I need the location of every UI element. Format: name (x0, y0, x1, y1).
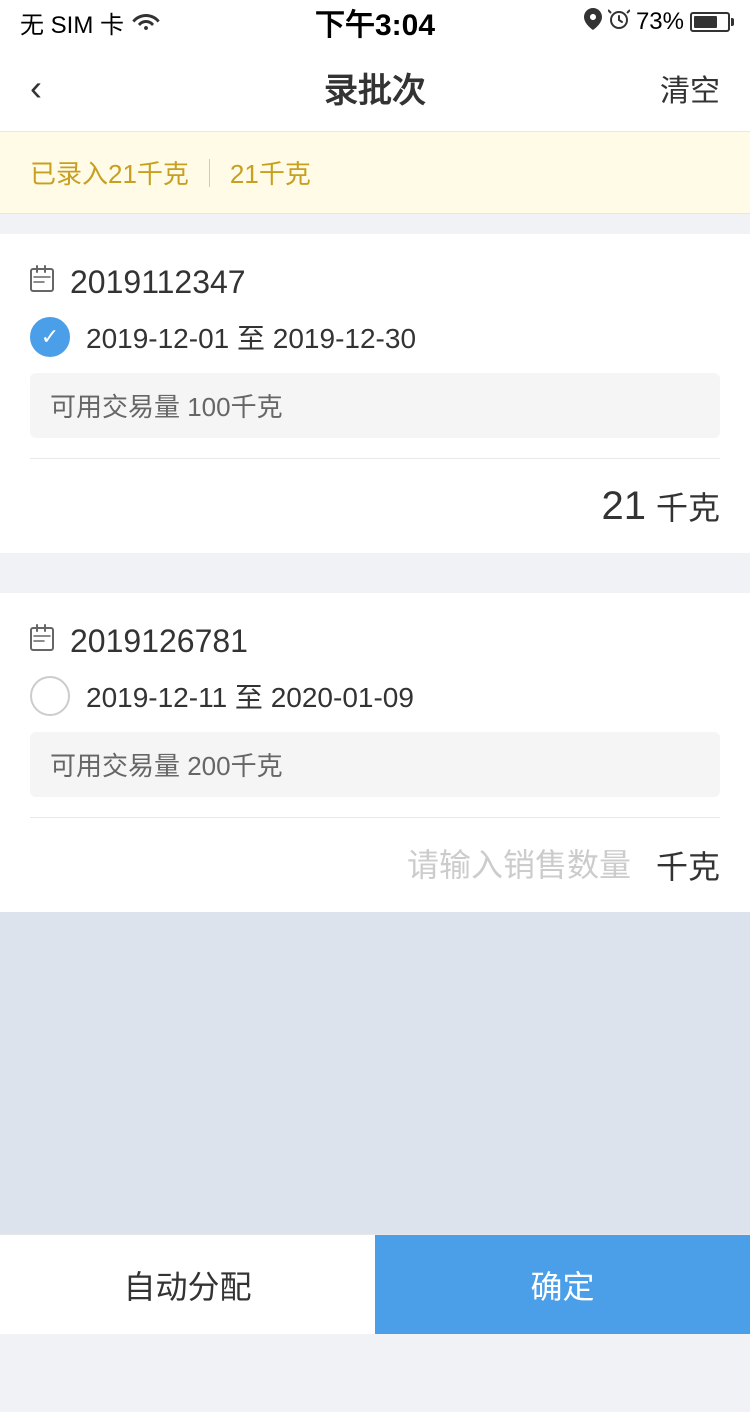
batch-1-quantity-value: 21 (601, 484, 646, 529)
info-banner: 已录入21千克 21千克 (0, 132, 750, 214)
status-bar: 无 SIM 卡 下午3:04 73% (0, 0, 750, 44)
card-divider (0, 553, 750, 573)
batch-2-available: 可用交易量 200千克 (30, 732, 720, 797)
page-title: 录批次 (324, 63, 426, 112)
batch-2-header: 2019126781 (30, 623, 720, 660)
batch-1-radio[interactable]: ✓ (30, 317, 70, 357)
location-icon (584, 8, 602, 37)
batch-2-unit: 千克 (656, 842, 720, 888)
batch-1-header: 2019112347 (30, 264, 720, 301)
batch-2-radio[interactable] (30, 676, 70, 716)
batch-2-date-row[interactable]: 2019-12-11 至 2020-01-09 (30, 676, 720, 716)
batch-1-date-row[interactable]: ✓ 2019-12-01 至 2019-12-30 (30, 317, 720, 357)
status-right: 73% (584, 8, 730, 37)
check-icon: ✓ (41, 324, 59, 350)
alarm-icon (608, 8, 630, 37)
wifi-icon (132, 8, 160, 37)
back-button[interactable]: ‹ (30, 67, 90, 109)
batch-2-date: 2019-12-11 至 2020-01-09 (86, 676, 414, 716)
banner-divider (209, 159, 210, 187)
status-time: 下午3:04 (315, 0, 435, 44)
battery-percent: 73% (636, 8, 684, 36)
confirm-button[interactable]: 确定 (375, 1235, 750, 1334)
batch-card-1: 2019112347 ✓ 2019-12-01 至 2019-12-30 可用交… (0, 234, 750, 553)
batch-1-id: 2019112347 (70, 264, 246, 301)
batch-1-quantity-row: 21 千克 (30, 458, 720, 553)
clear-button[interactable]: 清空 (660, 66, 720, 110)
batch-card-2: 2019126781 2019-12-11 至 2020-01-09 可用交易量… (0, 593, 750, 912)
batch-1-available: 可用交易量 100千克 (30, 373, 720, 438)
nav-bar: ‹ 录批次 清空 (0, 44, 750, 132)
batch-2-icon (30, 624, 60, 660)
batch-1-unit: 千克 (656, 483, 720, 529)
auto-distribute-button[interactable]: 自动分配 (0, 1235, 375, 1334)
battery-icon (690, 12, 730, 32)
batch-2-id: 2019126781 (70, 623, 248, 660)
recorded-label: 已录入21千克 (30, 154, 189, 191)
batch-1-icon (30, 265, 60, 301)
status-left: 无 SIM 卡 (20, 5, 160, 40)
batch-2-quantity-input[interactable] (30, 847, 646, 884)
bottom-bar: 自动分配 确定 (0, 1234, 750, 1334)
batch-1-date: 2019-12-01 至 2019-12-30 (86, 317, 416, 357)
batch-2-quantity-row[interactable]: 千克 (30, 817, 720, 912)
recorded-value: 21千克 (230, 154, 311, 191)
sim-label: 无 SIM 卡 (20, 5, 124, 40)
